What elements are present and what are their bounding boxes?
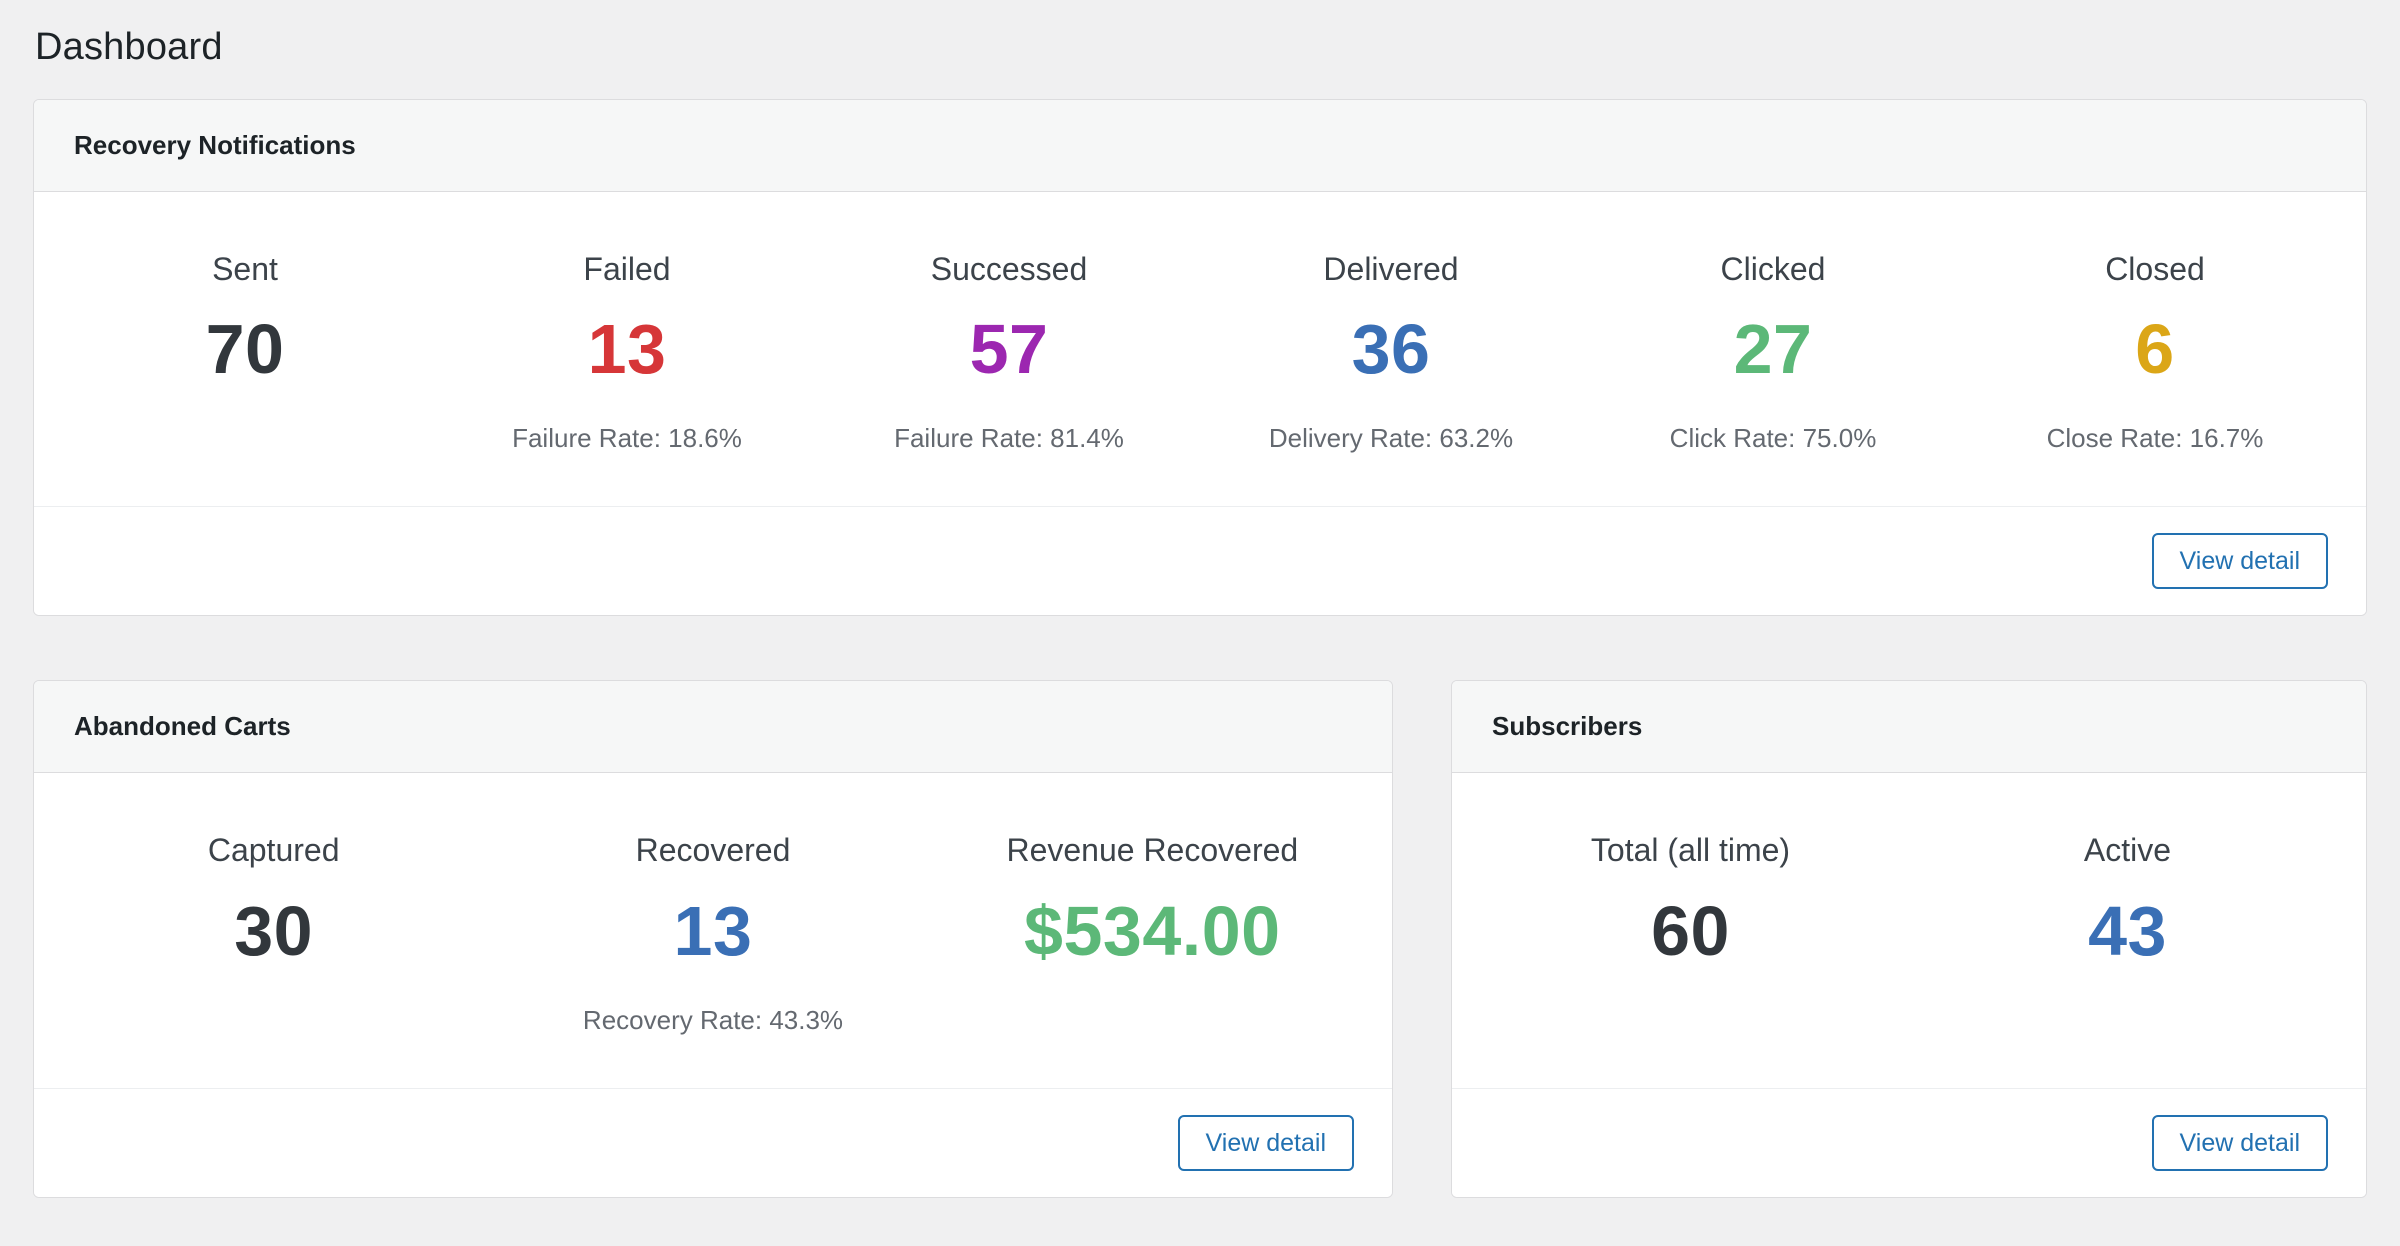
recovery-card-title: Recovery Notifications [74, 130, 356, 160]
recovery-card-header: Recovery Notifications [34, 100, 2366, 192]
subscribers-stats-row: Total (all time) 60 Active 43 [1452, 773, 2366, 1087]
stat-delivered-value: 36 [1351, 310, 1431, 389]
stat-captured-label: Captured [207, 832, 340, 869]
stat-total-label: Total (all time) [1590, 832, 1791, 869]
stat-sent: Sent 70 [54, 250, 436, 454]
stat-closed: Closed 6 Close Rate: 16.7% [1964, 250, 2346, 454]
stat-revenue-recovered-label: Revenue Recovered [1006, 832, 1299, 869]
stat-recovered-rate: Recovery Rate: 43.3% [582, 1004, 844, 1035]
stat-successed: Successed 57 Failure Rate: 81.4% [818, 250, 1200, 454]
stat-captured-value: 30 [234, 891, 314, 970]
subscribers-view-detail-button[interactable]: View detail [2151, 1114, 2328, 1171]
stat-failed: Failed 13 Failure Rate: 18.6% [436, 250, 818, 454]
abandoned-card-footer: View detail [34, 1087, 1392, 1197]
stat-revenue-recovered-rate [933, 1006, 1372, 1036]
bottom-cards-row: Abandoned Carts Captured 30 Recovered 13… [33, 680, 2367, 1198]
abandoned-card-title: Abandoned Carts [74, 711, 291, 742]
stat-active-label: Active [2083, 832, 2172, 869]
stat-clicked: Clicked 27 Click Rate: 75.0% [1582, 250, 1964, 454]
recovery-card-footer: View detail [34, 506, 2366, 616]
recovery-view-detail-button[interactable]: View detail [2151, 533, 2328, 590]
stat-successed-label: Successed [930, 251, 1088, 287]
stat-recovered-label: Recovered [635, 832, 791, 869]
stat-successed-rate: Failure Rate: 81.4% [894, 423, 1124, 454]
dashboard-page: Dashboard Recovery Notifications Sent 70… [0, 0, 2400, 1246]
stat-delivered-label: Delivered [1323, 251, 1459, 287]
stat-revenue-recovered: Revenue Recovered $534.00 [933, 831, 1372, 1035]
abandoned-view-detail-button[interactable]: View detail [1177, 1114, 1354, 1171]
stat-active-rate [1909, 1006, 2346, 1036]
stat-closed-value: 6 [2135, 310, 2175, 389]
recovery-notifications-card: Recovery Notifications Sent 70 Failed 13… [33, 99, 2367, 617]
stat-sent-label: Sent [212, 251, 278, 287]
stat-recovered-value: 13 [673, 891, 753, 970]
stat-total-value: 60 [1651, 891, 1730, 970]
stat-clicked-label: Clicked [1720, 251, 1826, 287]
subscribers-card-title: Subscribers [1492, 711, 1643, 742]
stat-successed-value: 57 [969, 310, 1049, 389]
page-title: Dashboard [35, 26, 223, 68]
stat-closed-rate: Close Rate: 16.7% [2046, 423, 2264, 454]
stat-active: Active 43 [1909, 831, 2346, 1035]
stat-captured-rate [54, 1006, 493, 1036]
stat-failed-value: 13 [587, 310, 667, 389]
stat-failed-label: Failed [583, 251, 671, 287]
abandoned-carts-card: Abandoned Carts Captured 30 Recovered 13… [33, 680, 1393, 1198]
stat-sent-rate [54, 424, 436, 454]
subscribers-card-header: Subscribers [1452, 681, 2366, 774]
stat-clicked-value: 27 [1733, 310, 1813, 389]
recovery-stats-row: Sent 70 Failed 13 Failure Rate: 18.6% Su… [34, 192, 2366, 506]
stat-closed-label: Closed [2105, 251, 2205, 287]
subscribers-card-footer: View detail [1452, 1087, 2366, 1197]
stat-sent-value: 70 [205, 310, 285, 389]
abandoned-stats-row: Captured 30 Recovered 13 Recovery Rate: … [34, 773, 1392, 1087]
stat-captured: Captured 30 [54, 831, 493, 1035]
stat-active-value: 43 [2088, 891, 2167, 970]
stat-delivered-rate: Delivery Rate: 63.2% [1268, 423, 1514, 454]
stat-revenue-recovered-value: $534.00 [1024, 891, 1281, 970]
stat-total-rate [1472, 1006, 1909, 1036]
subscribers-card: Subscribers Total (all time) 60 Active 4… [1451, 680, 2367, 1198]
stat-recovered: Recovered 13 Recovery Rate: 43.3% [493, 831, 932, 1035]
stat-failed-rate: Failure Rate: 18.6% [512, 423, 742, 454]
abandoned-card-header: Abandoned Carts [34, 681, 1392, 774]
stat-total-all-time: Total (all time) 60 [1472, 831, 1909, 1035]
stat-delivered: Delivered 36 Delivery Rate: 63.2% [1200, 250, 1582, 454]
stat-clicked-rate: Click Rate: 75.0% [1669, 423, 1877, 454]
